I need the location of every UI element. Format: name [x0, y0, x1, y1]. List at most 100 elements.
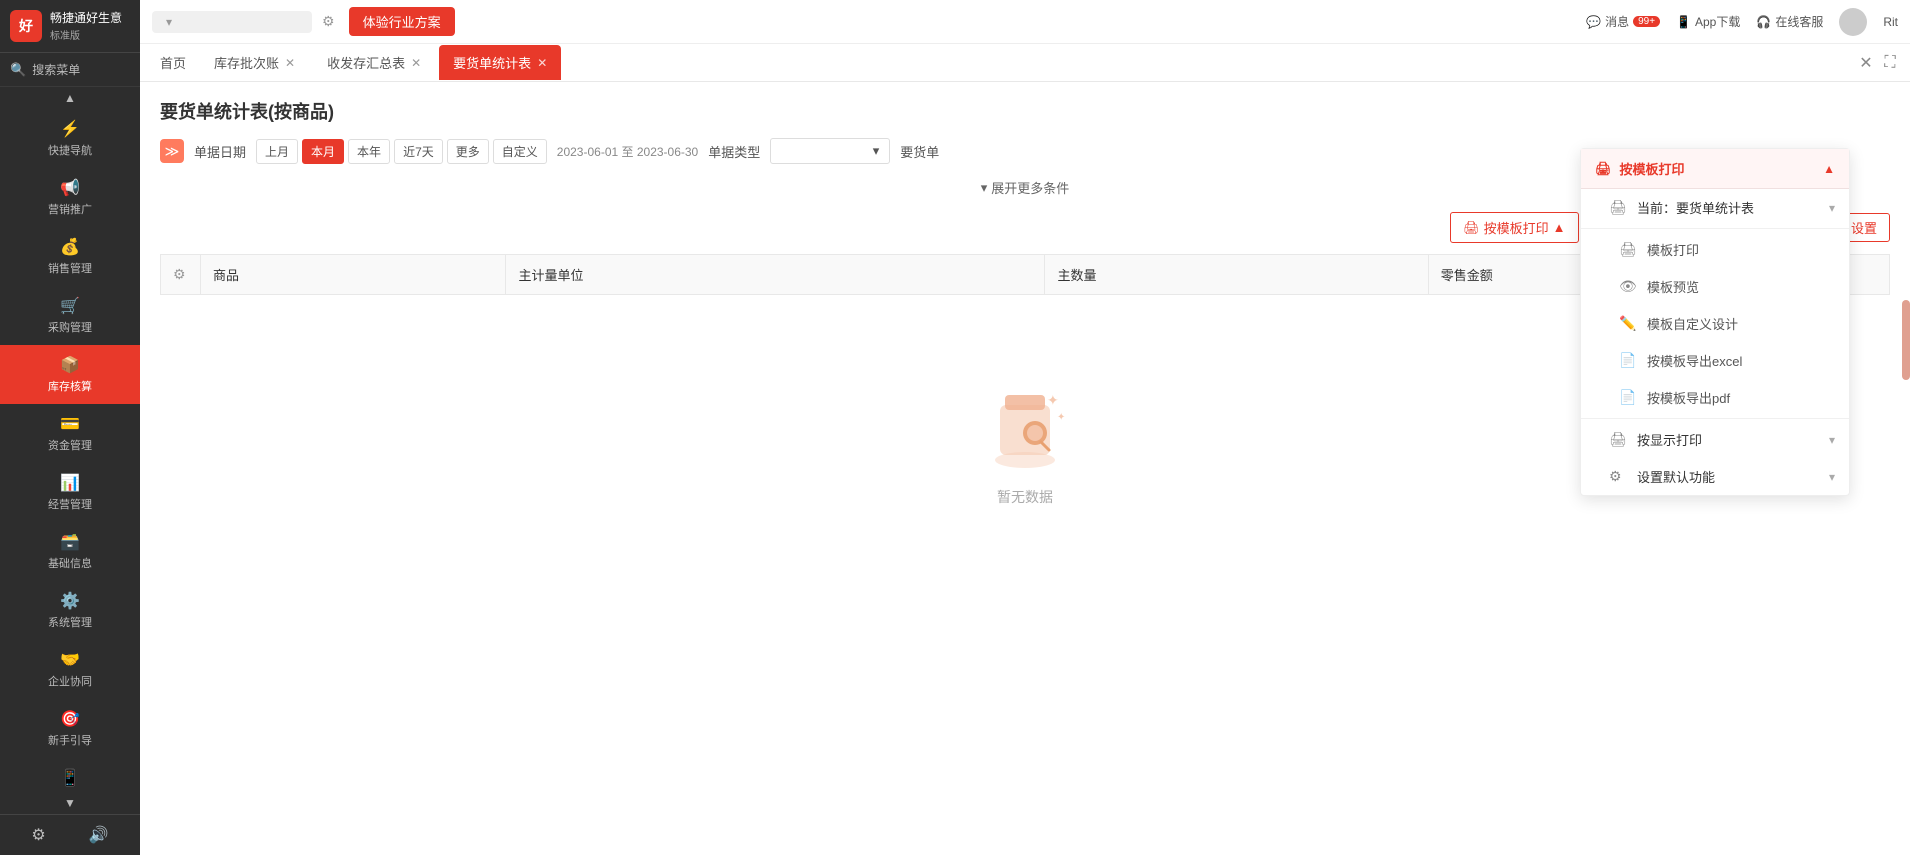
dropdown-header-left: 🖨 按模板打印	[1595, 159, 1685, 178]
top-header: ▾ ⚙ 体验行业方案 💬 消息 99+ 📱 App下载 🎧 在线客服 Rit	[140, 0, 1910, 44]
filter-7days-btn[interactable]: 近7天	[394, 139, 443, 164]
logo-text: 畅捷通好生意 标准版	[50, 10, 122, 42]
sidebar-item-newguide[interactable]: 🎯 新手引导	[0, 699, 140, 758]
message-btn[interactable]: 💬 消息 99+	[1586, 13, 1660, 30]
trial-button[interactable]: 体验行业方案	[349, 7, 455, 36]
sidebar-search[interactable]: 🔍 搜索菜单	[0, 53, 140, 87]
filter-this-month-btn[interactable]: 本月	[302, 139, 344, 164]
print-template-btn[interactable]: 🖨 按模板打印 ▲	[1450, 212, 1578, 243]
footer-sound-icon[interactable]: 🔊	[89, 825, 109, 845]
sidebar: 好 畅捷通好生意 标准版 🔍 搜索菜单 ▲ ⚡ 快捷导航 📢 营销推广 💰 销售…	[0, 0, 140, 855]
export-pdf-icon: 📄	[1619, 389, 1637, 406]
filter-custom-btn[interactable]: 自定义	[493, 139, 547, 164]
sidebar-nav: ⚡ 快捷导航 📢 营销推广 💰 销售管理 🛒 采购管理 📦 库存核算 💳 资金管…	[0, 109, 140, 792]
tabs-bar: 首页 库存批次账 ✕ 收发存汇总表 ✕ 要货单统计表 ✕ ✕ ⛶	[140, 44, 1910, 82]
tab-close-inventory-batch[interactable]: ✕	[285, 57, 295, 69]
online-service-btn[interactable]: 🎧 在线客服	[1756, 13, 1823, 30]
shortcuts-label: 快捷导航	[48, 142, 92, 158]
system-label: 系统管理	[48, 614, 92, 630]
filter-this-year-btn[interactable]: 本年	[348, 139, 390, 164]
sidebar-item-system[interactable]: ⚙️ 系统管理	[0, 581, 140, 640]
avatar[interactable]	[1839, 8, 1867, 36]
sidebar-item-shortcuts[interactable]: ⚡ 快捷导航	[0, 109, 140, 168]
template-preview-label: 模板预览	[1647, 277, 1699, 296]
header-gear-icon[interactable]: ⚙	[322, 13, 335, 30]
dropdown-set-default[interactable]: ⚙ 设置默认功能 ▾	[1581, 458, 1849, 495]
template-print-dropdown: 🖨 按模板打印 ▲ 🖨 当前：要货单统计表 ▾ 🖨 模板打印 👁 模板预览 ✏️…	[1580, 148, 1850, 496]
set-default-left: ⚙ 设置默认功能	[1609, 467, 1715, 486]
sidebar-item-sales[interactable]: 💰 销售管理	[0, 227, 140, 286]
sidebar-footer: ⚙ 🔊	[0, 814, 140, 855]
dropdown-template-print[interactable]: 🖨 模板打印	[1581, 231, 1849, 268]
tab-order-statistics[interactable]: 要货单统计表 ✕	[439, 45, 561, 80]
date-range-text: 2023-06-01 至 2023-06-30	[557, 143, 698, 160]
shortcuts-icon: ⚡	[60, 119, 80, 139]
appcenter-label: 应用中心	[48, 791, 92, 792]
search-chevron-icon: ▾	[166, 15, 172, 29]
app-download-btn[interactable]: 📱 App下载	[1676, 13, 1740, 30]
sidebar-logo: 好 畅捷通好生意 标准版	[0, 0, 140, 53]
set-default-icon: ⚙	[1609, 468, 1627, 485]
window-maximize-btn[interactable]: ⛶	[1880, 53, 1900, 73]
purchase-icon: 🛒	[60, 296, 80, 316]
header-search-bar[interactable]: ▾	[152, 11, 312, 33]
sidebar-scroll-down[interactable]: ▼	[0, 792, 140, 814]
sidebar-item-enterprise[interactable]: 🤝 企业协同	[0, 640, 140, 699]
dropdown-template-custom[interactable]: ✏️ 模板自定义设计	[1581, 305, 1849, 342]
sidebar-item-base[interactable]: 🗃️ 基础信息	[0, 522, 140, 581]
search-icon: 🔍	[10, 62, 26, 78]
col-product: 商品	[201, 255, 506, 295]
dropdown-header[interactable]: 🖨 按模板打印 ▲	[1581, 149, 1849, 189]
message-badge: 99+	[1633, 16, 1660, 27]
window-close-btn[interactable]: ✕	[1856, 53, 1876, 73]
dropdown-export-pdf[interactable]: 📄 按模板导出pdf	[1581, 379, 1849, 416]
sidebar-item-appcenter[interactable]: 📱 应用中心	[0, 758, 140, 792]
filter-more-btn[interactable]: 更多	[447, 139, 489, 164]
sidebar-item-inventory[interactable]: 📦 库存核算	[0, 345, 140, 404]
filter-date-btns: 上月 本月 本年 近7天 更多 自定义	[256, 139, 547, 164]
inventory-batch-label: 库存批次账	[214, 53, 279, 72]
filter-type-label: 单据类型	[708, 142, 760, 161]
dropdown-current-template[interactable]: 🖨 当前：要货单统计表 ▾	[1581, 189, 1849, 226]
headset-icon: 🎧	[1756, 15, 1771, 29]
display-print-chevron-icon: ▾	[1829, 433, 1835, 447]
table-settings-icon[interactable]: ⚙	[173, 266, 186, 282]
tab-close-order-statistics[interactable]: ✕	[537, 57, 547, 69]
sales-label: 销售管理	[48, 260, 92, 276]
base-label: 基础信息	[48, 555, 92, 571]
svg-text:✦: ✦	[1047, 392, 1059, 408]
app-download-icon: 📱	[1676, 15, 1691, 29]
display-print-icon: 🖨	[1609, 431, 1627, 448]
dropdown-template-preview[interactable]: 👁 模板预览	[1581, 268, 1849, 305]
tab-home[interactable]: 首页	[150, 45, 196, 80]
sidebar-item-operations[interactable]: 📊 经营管理	[0, 463, 140, 522]
inventory-icon: 📦	[60, 355, 80, 375]
enterprise-icon: 🤝	[60, 650, 80, 670]
appcenter-icon: 📱	[60, 768, 80, 788]
scrollbar-handle[interactable]	[1902, 300, 1910, 380]
tab-close-receipt-summary[interactable]: ✕	[411, 57, 421, 69]
marketing-icon: 📢	[60, 178, 80, 198]
col-settings: ⚙	[161, 255, 201, 295]
current-template-icon: 🖨	[1609, 199, 1627, 216]
sidebar-scroll-up[interactable]: ▲	[0, 87, 140, 109]
display-print-label: 按显示打印	[1637, 430, 1702, 449]
filter-last-month-btn[interactable]: 上月	[256, 139, 298, 164]
template-custom-label: 模板自定义设计	[1647, 314, 1738, 333]
filter-date-label: 单据日期	[194, 142, 246, 161]
dropdown-export-excel[interactable]: 📄 按模板导出excel	[1581, 342, 1849, 379]
message-label: 消息	[1605, 13, 1629, 30]
footer-settings-icon[interactable]: ⚙	[31, 825, 45, 845]
filter-type-select[interactable]: ▾	[770, 138, 890, 164]
sidebar-item-purchase[interactable]: 🛒 采购管理	[0, 286, 140, 345]
marketing-label: 营销推广	[48, 201, 92, 217]
dropdown-display-print[interactable]: 🖨 按显示打印 ▾	[1581, 421, 1849, 458]
filter-expand-btn[interactable]: ≫	[160, 139, 184, 163]
tab-inventory-batch[interactable]: 库存批次账 ✕	[200, 45, 309, 80]
print-action-group: 🖨 按模板打印 ▲	[1450, 212, 1578, 243]
sales-icon: 💰	[60, 237, 80, 257]
dropdown-chevron-icon: ▲	[1823, 162, 1835, 176]
tab-receipt-summary[interactable]: 收发存汇总表 ✕	[313, 45, 435, 80]
sidebar-item-finance[interactable]: 💳 资金管理	[0, 404, 140, 463]
sidebar-item-marketing[interactable]: 📢 营销推广	[0, 168, 140, 227]
